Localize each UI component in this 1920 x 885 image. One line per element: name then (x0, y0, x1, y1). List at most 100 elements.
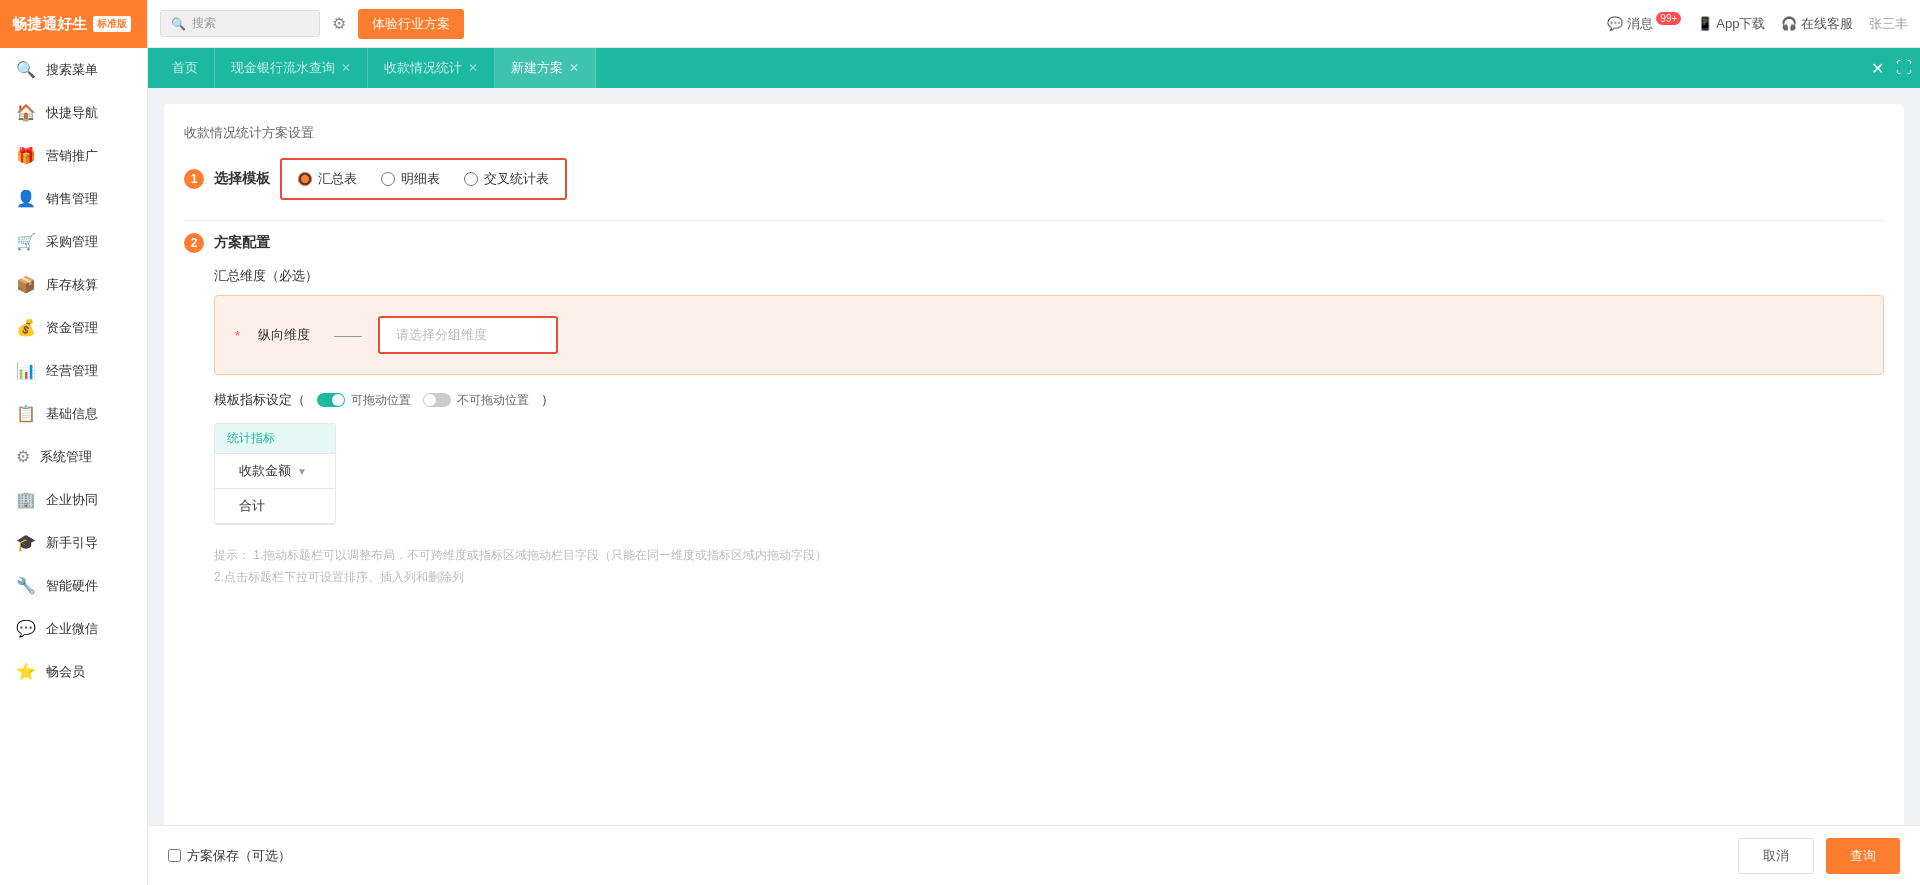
operations-icon: 📊 (16, 361, 36, 380)
step1-num: 1 (184, 169, 204, 189)
sidebar-item-quick-nav[interactable]: 🏠 快捷导航 (0, 91, 147, 134)
search-placeholder: 搜索 (192, 15, 216, 32)
sidebar-item-inventory[interactable]: 📦 库存核算 (0, 263, 147, 306)
save-checkbox-input[interactable] (168, 849, 181, 862)
hint-line1: 提示： 1.拖动标题栏可以调整布局，不可跨维度或指标区域拖动栏目字段（只能在同一… (214, 545, 1884, 567)
indicator-title-end: ） (541, 391, 554, 409)
radio-summary-label: 汇总表 (318, 170, 357, 188)
tab-collect-stats-label: 收款情况统计 (384, 59, 462, 77)
sidebar-item-label: 企业微信 (46, 620, 98, 638)
bottom-actions: 取消 查询 (1738, 838, 1900, 874)
tab-expand-icon[interactable]: ⛶ (1896, 59, 1912, 77)
app-logo: 畅捷通好生 标准版 (0, 0, 147, 48)
tab-new-plan[interactable]: 新建方案 ✕ (495, 48, 596, 88)
sidebar-item-wecom[interactable]: 💬 企业微信 (0, 607, 147, 650)
radio-cross-input[interactable] (464, 172, 478, 186)
radio-summary[interactable]: 汇总表 (298, 170, 357, 188)
save-checkbox-label[interactable]: 方案保存（可选） (168, 847, 291, 865)
tab-home[interactable]: 首页 (156, 48, 215, 88)
dimension-select[interactable]: 请选择分组维度 (378, 316, 558, 354)
step1-header: 1 选择模板 汇总表 明细表 交叉统计表 (184, 158, 1884, 200)
bottom-bar: 方案保存（可选） 取消 查询 (148, 825, 1920, 885)
indicator-header: 模板指标设定（ 可拖动位置 不可拖动位置 (214, 391, 1884, 409)
stats-table-header: 统计指标 (215, 424, 335, 454)
sidebar-item-label: 搜索菜单 (46, 61, 98, 79)
hint-area: 提示： 1.拖动标题栏可以调整布局，不可跨维度或指标区域拖动栏目字段（只能在同一… (214, 545, 1884, 588)
message-area[interactable]: 💬 消息 99+ (1607, 15, 1681, 33)
tab-collect-stats-close[interactable]: ✕ (468, 61, 478, 75)
radio-detail[interactable]: 明细表 (381, 170, 440, 188)
breadcrumb: 收款情况统计方案设置 (184, 124, 1884, 142)
tab-new-plan-label: 新建方案 (511, 59, 563, 77)
sidebar-item-operations[interactable]: 📊 经营管理 (0, 349, 147, 392)
tab-new-plan-close[interactable]: ✕ (569, 61, 579, 75)
marketing-icon: 🎁 (16, 146, 36, 165)
toggle-not-draggable: 不可拖动位置 (423, 392, 529, 409)
header-search-box[interactable]: 🔍 搜索 (160, 10, 320, 37)
tabs-right-actions: ✕ ⛶ (1871, 59, 1912, 78)
msg-badge: 99+ (1656, 12, 1681, 25)
toggle-not-draggable-switch[interactable] (423, 393, 451, 407)
sidebar-item-label: 基础信息 (46, 405, 98, 423)
sidebar-item-label: 智能硬件 (46, 577, 98, 595)
sidebar-item-basic-info[interactable]: 📋 基础信息 (0, 392, 147, 435)
sidebar-item-label: 新手引导 (46, 534, 98, 552)
guide-icon: 🎓 (16, 533, 36, 552)
sidebar-item-hardware[interactable]: 🔧 智能硬件 (0, 564, 147, 607)
sidebar-item-system[interactable]: ⚙ 系统管理 (0, 435, 147, 478)
stats-table: 统计指标 收款金额 ▼ 合计 (214, 423, 336, 525)
member-icon: ⭐ (16, 662, 36, 681)
sidebar-item-capital[interactable]: 💰 资金管理 (0, 306, 147, 349)
sidebar-item-member[interactable]: ⭐ 畅会员 (0, 650, 147, 693)
radio-detail-label: 明细表 (401, 170, 440, 188)
sidebar-item-search-menu[interactable]: 🔍 搜索菜单 (0, 48, 147, 91)
radio-summary-input[interactable] (298, 172, 312, 186)
main-content: 收款情况统计方案设置 1 选择模板 汇总表 明细表 交 (148, 88, 1920, 885)
step2-num: 2 (184, 233, 204, 253)
sidebar-item-label: 资金管理 (46, 319, 98, 337)
divider1 (184, 220, 1884, 221)
chevron-down-icon: ▼ (297, 466, 307, 477)
sidebar-item-enterprise[interactable]: 🏢 企业协同 (0, 478, 147, 521)
basic-info-icon: 📋 (16, 404, 36, 423)
app-download[interactable]: 📱 App下载 (1697, 15, 1765, 33)
trial-button[interactable]: 体验行业方案 (358, 9, 464, 39)
sidebar-item-marketing[interactable]: 🎁 营销推广 (0, 134, 147, 177)
settings-icon[interactable]: ⚙ (332, 14, 346, 33)
radio-detail-input[interactable] (381, 172, 395, 186)
radio-cross[interactable]: 交叉统计表 (464, 170, 549, 188)
stats-col-payment: 收款金额 ▼ 合计 (215, 454, 335, 524)
step2-section: 2 方案配置 汇总维度（必选） * 纵向维度 —— 请选择分组维度 (184, 233, 1884, 588)
indicator-title-text: 模板指标设定（ (214, 391, 305, 409)
template-radio-group: 汇总表 明细表 交叉统计表 (280, 158, 567, 200)
header-right: 💬 消息 99+ 📱 App下载 🎧 在线客服 张三丰 (1607, 15, 1908, 33)
toggle-draggable-switch[interactable] (317, 393, 345, 407)
online-service[interactable]: 🎧 在线客服 (1781, 15, 1853, 33)
toggle-not-draggable-knob (424, 394, 436, 406)
page-panel: 收款情况统计方案设置 1 选择模板 汇总表 明细表 交 (164, 104, 1904, 831)
sidebar-item-label: 企业协同 (46, 491, 98, 509)
tab-collect-stats[interactable]: 收款情况统计 ✕ (368, 48, 495, 88)
tab-home-label: 首页 (172, 59, 198, 77)
sidebar-item-label: 采购管理 (46, 233, 98, 251)
tab-cash-bank[interactable]: 现金银行流水查询 ✕ (215, 48, 368, 88)
search-icon: 🔍 (171, 17, 186, 31)
step1-title: 选择模板 (214, 170, 270, 188)
sidebar-item-guide[interactable]: 🎓 新手引导 (0, 521, 147, 564)
stats-cell-total: 合计 (215, 489, 335, 524)
sidebar-item-purchase[interactable]: 🛒 采购管理 (0, 220, 147, 263)
step1-section: 1 选择模板 汇总表 明细表 交叉统计表 (184, 158, 1884, 200)
header: 🔍 搜索 ⚙ 体验行业方案 💬 消息 99+ 📱 App下载 🎧 在线客服 张三… (148, 0, 1920, 48)
save-checkbox-text: 方案保存（可选） (187, 847, 291, 865)
sidebar-item-label: 库存核算 (46, 276, 98, 294)
sidebar-item-sales[interactable]: 👤 销售管理 (0, 177, 147, 220)
enterprise-icon: 🏢 (16, 490, 36, 509)
hardware-icon: 🔧 (16, 576, 36, 595)
query-button[interactable]: 查询 (1826, 838, 1900, 874)
cancel-button[interactable]: 取消 (1738, 838, 1814, 874)
sidebar-item-label: 畅会员 (46, 663, 85, 681)
tab-close-all-icon[interactable]: ✕ (1871, 59, 1884, 78)
tab-cash-bank-close[interactable]: ✕ (341, 61, 351, 75)
username: 张三丰 (1869, 15, 1908, 33)
stats-cell-payment-header[interactable]: 收款金额 ▼ (215, 454, 335, 489)
